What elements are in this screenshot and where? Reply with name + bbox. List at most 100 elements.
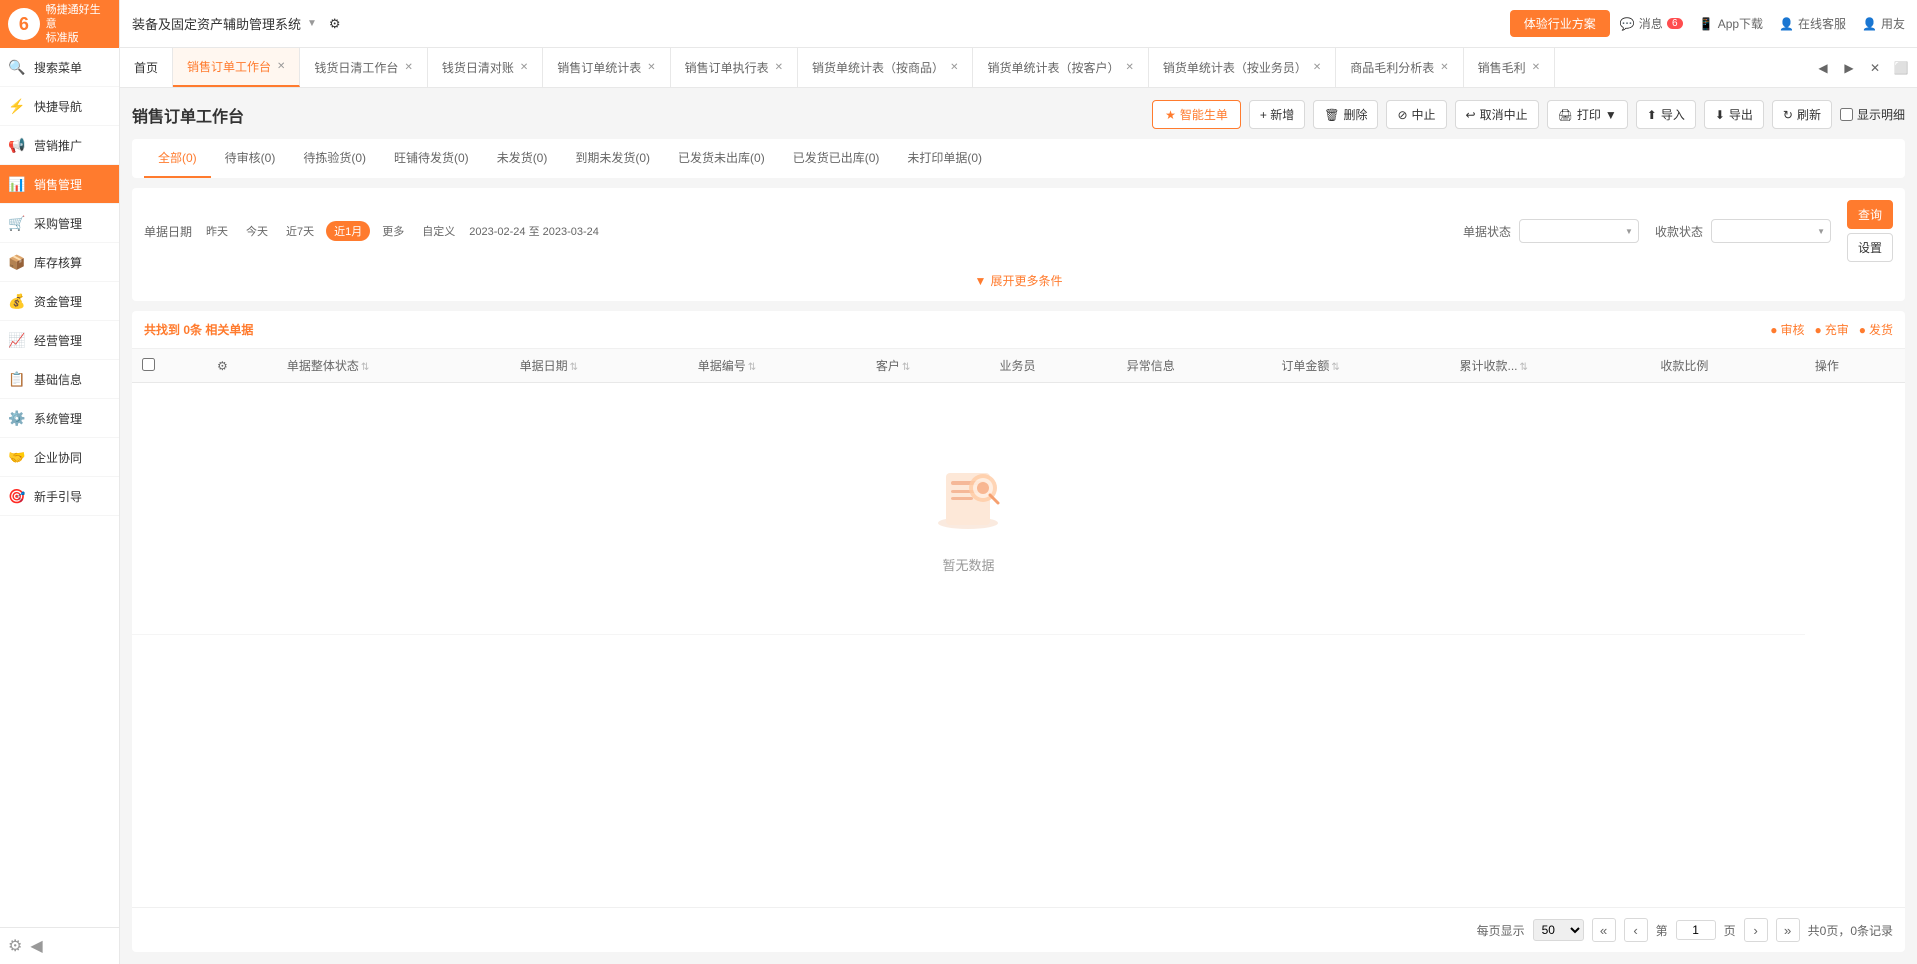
app-download-btn[interactable]: 📱 App下载 <box>1699 15 1763 32</box>
date-btn-昨天[interactable]: 昨天 <box>200 221 234 241</box>
date-btn-今天[interactable]: 今天 <box>240 221 274 241</box>
select-all-checkbox[interactable] <box>142 358 155 371</box>
payment-select[interactable] <box>1711 219 1831 243</box>
sidebar-item-快捷导航[interactable]: ⚡快捷导航 <box>0 87 119 126</box>
tab-maximize-btn[interactable]: ⬜ <box>1889 56 1913 80</box>
sort-icon[interactable]: ⇅ <box>361 362 369 373</box>
add-btn[interactable]: + 新增 <box>1249 100 1305 129</box>
sidebar-item-库存核算[interactable]: 📦库存核算 <box>0 243 119 282</box>
status-select[interactable] <box>1519 219 1639 243</box>
query-btn[interactable]: 查询 <box>1847 200 1893 229</box>
tab-close-icon[interactable]: ✕ <box>277 61 285 72</box>
subtab-未发货[interactable]: 未发货(0) <box>483 139 562 178</box>
export-btn[interactable]: ⬇ 导出 <box>1704 100 1764 129</box>
subtab-未打印单据[interactable]: 未打印单据(0) <box>893 139 996 178</box>
user-btn[interactable]: 👤 用友 <box>1862 15 1905 32</box>
page-number-input[interactable] <box>1676 920 1716 940</box>
tab-close-icon[interactable]: ✕ <box>520 62 528 73</box>
sort-icon[interactable]: ⇅ <box>902 362 910 373</box>
import-btn[interactable]: ⬆ 导入 <box>1636 100 1696 129</box>
date-btn-近1月[interactable]: 近1月 <box>326 221 370 241</box>
sidebar-item-系统管理[interactable]: ⚙️系统管理 <box>0 399 119 438</box>
tab-close-all-btn[interactable]: ✕ <box>1863 56 1887 80</box>
sidebar-item-销售管理[interactable]: 📊销售管理 <box>0 165 119 204</box>
col-订单金额[interactable]: 订单金额⇅ <box>1271 349 1449 383</box>
delete-btn[interactable]: 🗑 删除 <box>1313 100 1378 129</box>
industry-btn[interactable]: 体验行业方案 <box>1510 10 1610 37</box>
expand-conditions-btn[interactable]: ▼ 展开更多条件 <box>975 272 1063 289</box>
tab-close-icon[interactable]: ✕ <box>404 62 412 73</box>
toolbar-btn-发货[interactable]: ● 发货 <box>1859 321 1893 338</box>
date-btn-自定义[interactable]: 自定义 <box>416 221 461 241</box>
refresh-btn[interactable]: ↻ 刷新 <box>1772 100 1832 129</box>
tab-close-icon[interactable]: ✕ <box>1125 62 1133 73</box>
tab-钱货日清对账[interactable]: 钱货日清对账✕ <box>428 48 543 87</box>
page-size-select[interactable]: 50 100 200 <box>1533 919 1584 941</box>
tab-close-icon[interactable]: ✕ <box>1532 62 1540 73</box>
sort-icon[interactable]: ⇅ <box>570 362 578 373</box>
settings-icon[interactable]: ⚙ <box>329 16 341 32</box>
sidebar-item-营销推广[interactable]: 📢营销推广 <box>0 126 119 165</box>
col-客户[interactable]: 客户⇅ <box>866 349 990 383</box>
subtab-旺铺待发货[interactable]: 旺铺待发货(0) <box>380 139 483 178</box>
tab-销售订单工作台[interactable]: 销售订单工作台✕ <box>173 48 300 87</box>
first-page-btn[interactable]: « <box>1592 918 1616 942</box>
tab-prev-btn[interactable]: ◀ <box>1811 56 1835 80</box>
print-btn[interactable]: 🖨 打印 ▼ <box>1547 100 1628 129</box>
cancel-pause-btn[interactable]: ↩ 取消中止 <box>1455 100 1539 129</box>
sidebar-item-基础信息[interactable]: 📋基础信息 <box>0 360 119 399</box>
tab-销售订单统计表[interactable]: 销售订单统计表✕ <box>543 48 670 87</box>
tab-销货单统计表（按商品）[interactable]: 销货单统计表（按商品）✕ <box>798 48 973 87</box>
col-单据编号[interactable]: 单据编号⇅ <box>688 349 866 383</box>
subtab-到期未发货[interactable]: 到期未发货(0) <box>561 139 664 178</box>
subtab-待拣验货[interactable]: 待拣验货(0) <box>289 139 380 178</box>
sort-icon[interactable]: ⇅ <box>748 362 756 373</box>
tab-close-icon[interactable]: ✕ <box>647 62 655 73</box>
online-service-btn[interactable]: 👤 在线客服 <box>1779 15 1846 32</box>
subtab-已发货已出库[interactable]: 已发货已出库(0) <box>779 139 894 178</box>
next-page-btn[interactable]: › <box>1744 918 1768 942</box>
tab-close-icon[interactable]: ✕ <box>1313 62 1321 73</box>
settings-icon[interactable]: ⚙ <box>8 936 22 956</box>
sort-icon[interactable]: ⇅ <box>1520 362 1528 373</box>
sidebar-item-企业协同[interactable]: 🤝企业协同 <box>0 438 119 477</box>
sidebar-item-采购管理[interactable]: 🛒采购管理 <box>0 204 119 243</box>
tab-close-icon[interactable]: ✕ <box>950 62 958 73</box>
sort-icon[interactable]: ⇅ <box>1331 362 1339 373</box>
tab-销售毛利[interactable]: 销售毛利✕ <box>1464 48 1555 87</box>
show-detail-checkbox[interactable]: 显示明细 <box>1840 106 1905 123</box>
sidebar-item-搜索菜单[interactable]: 🔍搜索菜单 <box>0 48 119 87</box>
last-page-btn[interactable]: » <box>1776 918 1800 942</box>
subtab-已发货未出库[interactable]: 已发货未出库(0) <box>664 139 779 178</box>
date-btn-更多[interactable]: 更多 <box>376 221 410 241</box>
date-btn-近7天[interactable]: 近7天 <box>280 221 320 241</box>
tab-next-btn[interactable]: ▶ <box>1837 56 1861 80</box>
tab-销货单统计表（按客户）[interactable]: 销货单统计表（按客户）✕ <box>973 48 1148 87</box>
smart-gen-btn[interactable]: ★ 智能生单 <box>1152 100 1241 129</box>
sidebar-item-新手引导[interactable]: 🎯新手引导 <box>0 477 119 516</box>
collapse-icon[interactable]: ◀ <box>30 936 42 956</box>
sidebar-item-经营管理[interactable]: 📈经营管理 <box>0 321 119 360</box>
sidebar-item-资金管理[interactable]: 💰资金管理 <box>0 282 119 321</box>
tab-销售订单执行表[interactable]: 销售订单执行表✕ <box>671 48 798 87</box>
toolbar-btn-审核[interactable]: ● 审核 <box>1770 321 1804 338</box>
tab-首页[interactable]: 首页 <box>120 48 173 87</box>
prev-page-btn[interactable]: ‹ <box>1624 918 1648 942</box>
subtab-全部[interactable]: 全部(0) <box>144 139 211 178</box>
tab-商品毛利分析表[interactable]: 商品毛利分析表✕ <box>1336 48 1463 87</box>
tab-close-icon[interactable]: ✕ <box>775 62 783 73</box>
col-单据整体状态[interactable]: 单据整体状态⇅ <box>277 349 510 383</box>
pause-btn[interactable]: ⊘ 中止 <box>1386 100 1446 129</box>
column-config-icon[interactable]: ⚙ <box>217 359 228 373</box>
col-单据日期[interactable]: 单据日期⇅ <box>510 349 688 383</box>
col-累计收款...[interactable]: 累计收款...⇅ <box>1450 349 1651 383</box>
settings-filter-btn[interactable]: 设置 <box>1847 233 1893 262</box>
toolbar-btn-充审[interactable]: ● 充审 <box>1814 321 1848 338</box>
subtab-待审核[interactable]: 待审核(0) <box>211 139 290 178</box>
tab-钱货日清工作台[interactable]: 钱货日清工作台✕ <box>300 48 427 87</box>
message-btn[interactable]: 💬 消息 6 <box>1620 15 1683 32</box>
show-detail-input[interactable] <box>1840 108 1853 121</box>
tab-close-icon[interactable]: ✕ <box>1440 62 1448 73</box>
tab-销货单统计表（按业务员）[interactable]: 销货单统计表（按业务员）✕ <box>1149 48 1336 87</box>
system-dropdown-icon[interactable]: ▼ <box>307 18 317 29</box>
